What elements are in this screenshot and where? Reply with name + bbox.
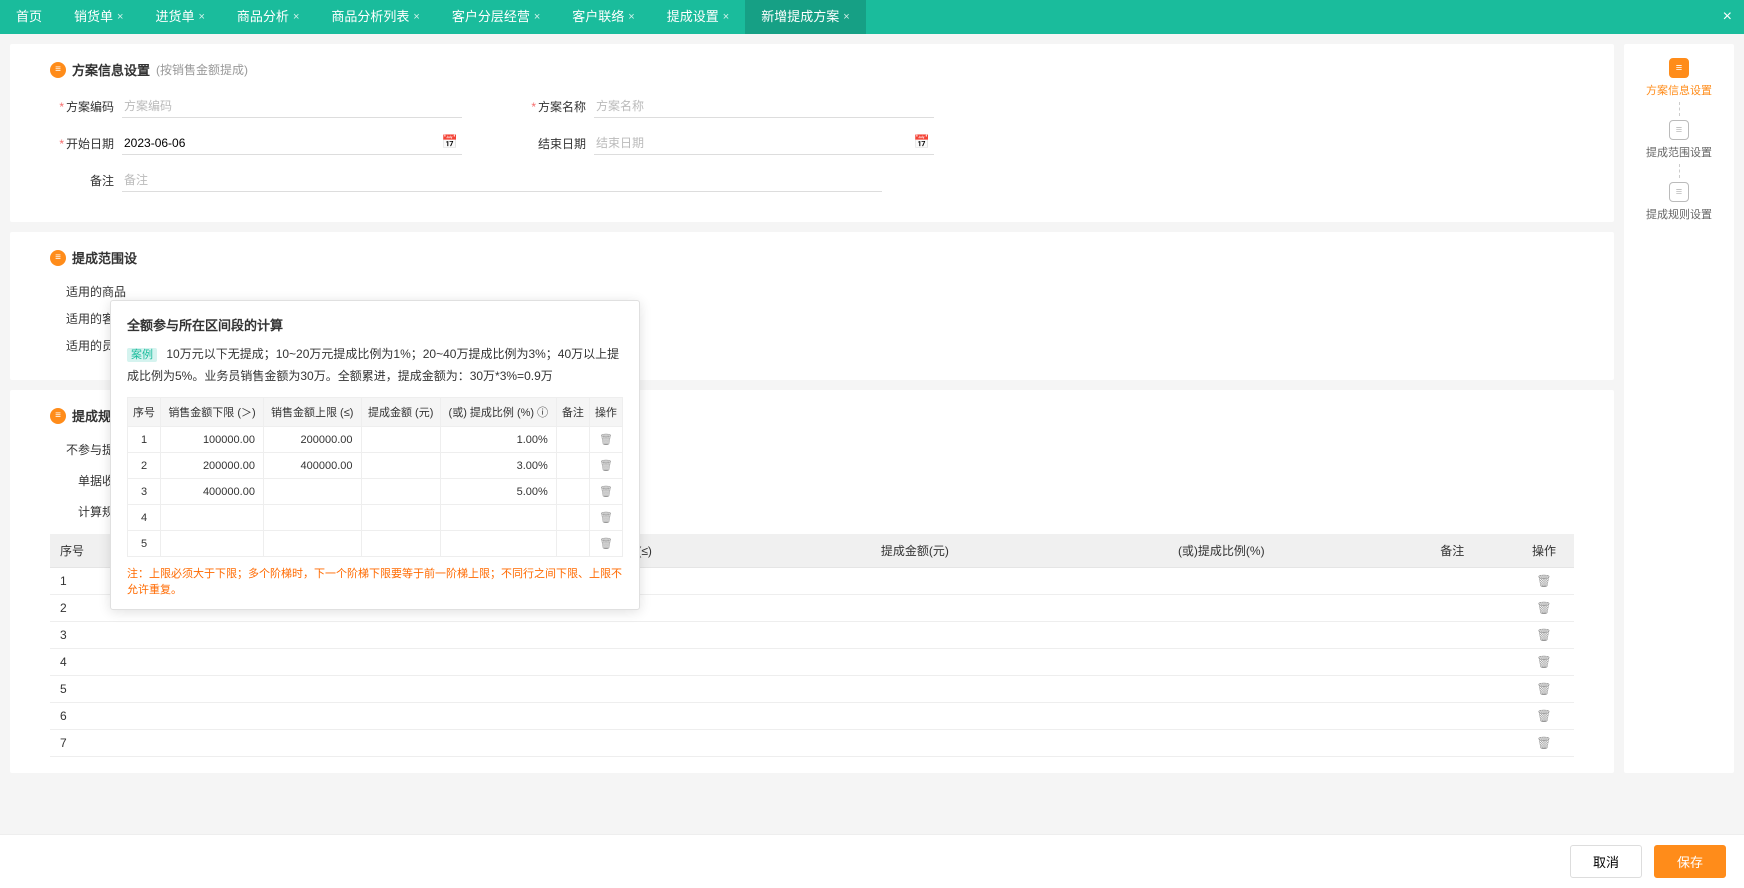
tab-close-icon[interactable]: × xyxy=(293,0,299,34)
tab-close-icon[interactable]: × xyxy=(413,0,419,34)
panel-plan-info: ≡ 方案信息设置 (按销售金额提成) *方案编码 *方案名称 *开始日期 xyxy=(10,44,1614,222)
tooltip-table: 序号 销售金额下限 (＞) 销售金额上限 (≤) 提成金额 (元) (或) 提成… xyxy=(127,397,623,557)
footer-bar: 取消 保存 xyxy=(0,834,1744,888)
delete-icon[interactable]: 🗑 xyxy=(1536,709,1551,723)
section2-title: 提成范围设 xyxy=(72,248,137,267)
label-start-date: *开始日期 xyxy=(50,135,114,152)
tooltip-popup: 全额参与所在区间段的计算 案例 10万元以下无提成；10~20万元提成比例为1%… xyxy=(110,300,640,610)
delete-icon[interactable]: 🗑 xyxy=(1536,655,1551,669)
delete-icon[interactable]: 🗑 xyxy=(1536,574,1551,588)
case-tag: 案例 xyxy=(127,348,157,362)
delete-icon[interactable]: 🗑 xyxy=(599,538,613,550)
delete-icon[interactable]: 🗑 xyxy=(599,512,613,524)
side-nav-item[interactable]: ≡提成规则设置 xyxy=(1646,182,1712,222)
section1-title: 方案信息设置 xyxy=(72,60,150,79)
tab-商品分析[interactable]: 商品分析× xyxy=(221,0,315,34)
tab-提成设置[interactable]: 提成设置× xyxy=(651,0,745,34)
input-plan-code[interactable] xyxy=(122,95,462,118)
tooltip-title: 全额参与所在区间段的计算 xyxy=(127,315,623,334)
tab-商品分析列表[interactable]: 商品分析列表× xyxy=(315,0,435,34)
close-all-tabs[interactable]: × xyxy=(1723,8,1732,26)
label-remark: 备注 xyxy=(50,172,114,189)
tab-客户分层经营[interactable]: 客户分层经营× xyxy=(436,0,556,34)
grid-row[interactable]: 5🗑 xyxy=(50,676,1574,703)
tooltip-row: 1100000.00200000.001.00%🗑 xyxy=(128,427,623,453)
tab-close-icon[interactable]: × xyxy=(843,0,849,34)
cancel-button[interactable]: 取消 xyxy=(1570,845,1642,878)
tooltip-row: 3400000.005.00%🗑 xyxy=(128,479,623,505)
grid-row[interactable]: 7🗑 xyxy=(50,730,1574,757)
case-text: 10万元以下无提成；10~20万元提成比例为1%；20~40万提成比例为3%；4… xyxy=(127,347,619,383)
tab-销货单[interactable]: 销货单× xyxy=(58,0,139,34)
tab-close-icon[interactable]: × xyxy=(723,0,729,34)
tooltip-warning: 注：上限必须大于下限；多个阶梯时，下一个阶梯下限要等于前一阶梯上限；不同行之间下… xyxy=(127,565,623,597)
input-start-date[interactable] xyxy=(122,132,462,155)
section-icon: ≡ xyxy=(50,408,66,424)
col-op: 操作 xyxy=(1514,534,1574,568)
side-nav-item[interactable]: ≡提成范围设置 xyxy=(1646,120,1712,160)
tab-close-icon[interactable]: × xyxy=(117,0,123,34)
label-plan-code: *方案编码 xyxy=(50,98,114,115)
tooltip-row: 2200000.00400000.003.00%🗑 xyxy=(128,453,623,479)
delete-icon[interactable]: 🗑 xyxy=(599,434,613,446)
label-end-date: 结束日期 xyxy=(522,135,586,152)
tab-新增提成方案[interactable]: 新增提成方案× xyxy=(745,0,865,34)
tab-close-icon[interactable]: × xyxy=(534,0,540,34)
calendar-icon[interactable]: 📅 xyxy=(914,134,930,150)
delete-icon[interactable]: 🗑 xyxy=(1536,601,1551,615)
anchor-icon: ≡ xyxy=(1669,120,1689,140)
anchor-icon: ≡ xyxy=(1669,58,1689,78)
col-sn: 序号 xyxy=(50,534,100,568)
col-ratio: (或)提成比例(%) xyxy=(1052,534,1390,568)
grid-row[interactable]: 4🗑 xyxy=(50,649,1574,676)
col-amount: 提成金额(元) xyxy=(778,534,1052,568)
tab-首页[interactable]: 首页 xyxy=(0,0,58,34)
input-end-date[interactable] xyxy=(594,132,934,155)
tab-close-icon[interactable]: × xyxy=(198,0,204,34)
col-remark: 备注 xyxy=(1390,534,1514,568)
tooltip-row: 4🗑 xyxy=(128,505,623,531)
delete-icon[interactable]: 🗑 xyxy=(599,486,613,498)
tab-bar: 首页销货单×进货单×商品分析×商品分析列表×客户分层经营×客户联络×提成设置×新… xyxy=(0,0,1744,34)
label-plan-name: *方案名称 xyxy=(522,98,586,115)
delete-icon[interactable]: 🗑 xyxy=(599,460,613,472)
section-icon: ≡ xyxy=(50,250,66,266)
anchor-icon: ≡ xyxy=(1669,182,1689,202)
grid-row[interactable]: 6🗑 xyxy=(50,703,1574,730)
input-remark[interactable] xyxy=(122,169,882,192)
side-nav-item[interactable]: ≡方案信息设置 xyxy=(1646,58,1712,98)
delete-icon[interactable]: 🗑 xyxy=(1536,682,1551,696)
tooltip-row: 5🗑 xyxy=(128,531,623,557)
delete-icon[interactable]: 🗑 xyxy=(1536,628,1551,642)
label-goods: 适用的商品 xyxy=(50,283,126,300)
save-button[interactable]: 保存 xyxy=(1654,845,1726,878)
delete-icon[interactable]: 🗑 xyxy=(1536,736,1551,750)
grid-row[interactable]: 3🗑 xyxy=(50,622,1574,649)
tab-客户联络[interactable]: 客户联络× xyxy=(556,0,650,34)
section1-subtitle: (按销售金额提成) xyxy=(156,61,248,78)
input-plan-name[interactable] xyxy=(594,95,934,118)
tab-进货单[interactable]: 进货单× xyxy=(139,0,220,34)
side-anchor-nav: ≡方案信息设置 ≡提成范围设置 ≡提成规则设置 xyxy=(1624,44,1734,773)
tab-close-icon[interactable]: × xyxy=(628,0,634,34)
section-icon: ≡ xyxy=(50,62,66,78)
calendar-icon[interactable]: 📅 xyxy=(442,134,458,150)
